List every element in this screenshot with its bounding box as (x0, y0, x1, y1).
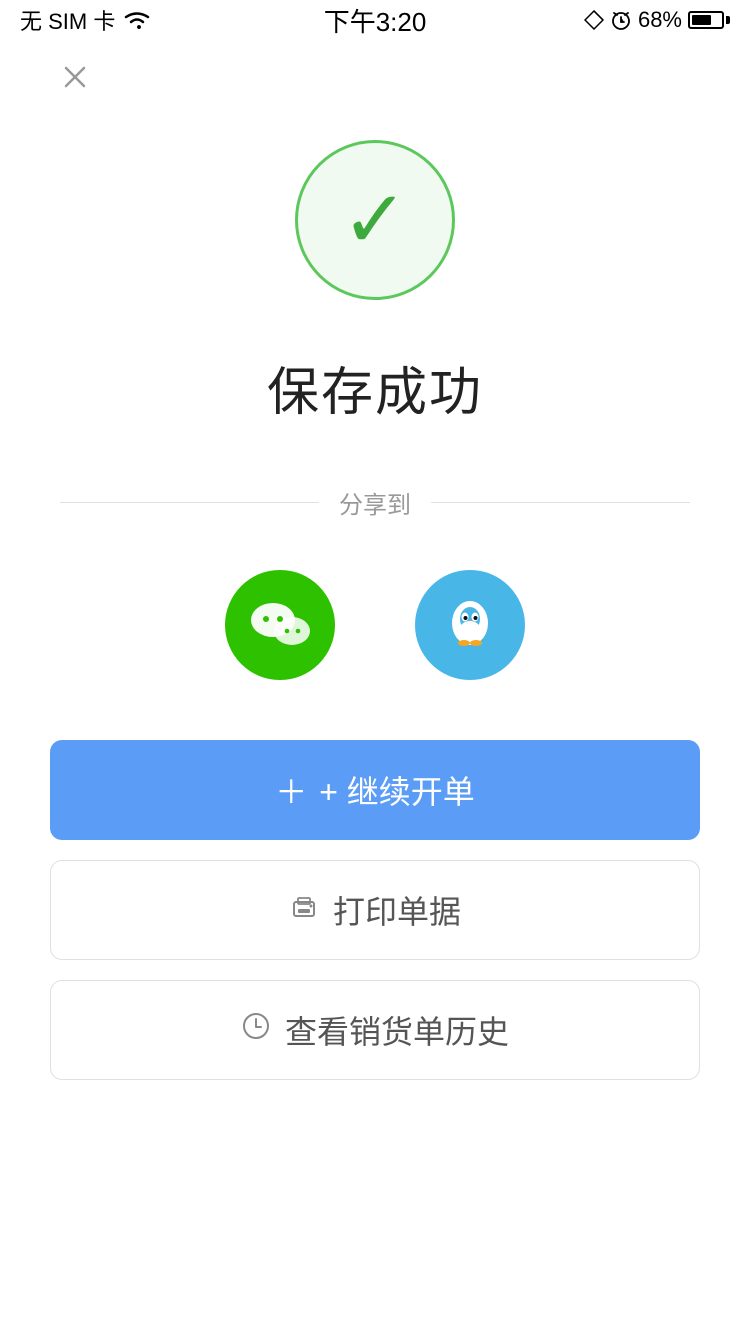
success-icon-circle: ✓ (295, 140, 455, 300)
battery-icon (688, 11, 730, 29)
qq-logo (438, 593, 503, 658)
success-title: 保存成功 (267, 350, 483, 425)
wifi-icon (123, 9, 151, 31)
print-icon (289, 891, 319, 929)
divider-left (60, 502, 319, 503)
print-button[interactable]: 打印单据 (50, 860, 700, 960)
history-icon (241, 1011, 271, 1049)
status-left: 无 SIM 卡 (20, 4, 151, 36)
history-label: 查看销货单历史 (285, 1007, 509, 1053)
status-right: 68% (584, 7, 730, 33)
main-content: ✓ 保存成功 分享到 (0, 40, 750, 1080)
share-divider: 分享到 (0, 485, 750, 520)
plus-icon: ＋ (275, 767, 307, 813)
continue-button[interactable]: ＋ + 继续开单 (50, 740, 700, 840)
qq-share-button[interactable] (415, 570, 525, 680)
status-bar: 无 SIM 卡 下午3:20 68% (0, 0, 750, 40)
history-button[interactable]: 查看销货单历史 (50, 980, 700, 1080)
alarm-icon (610, 9, 632, 31)
share-label: 分享到 (339, 485, 411, 520)
location-icon (584, 10, 604, 30)
share-icons (225, 570, 525, 680)
status-time: 下午3:20 (324, 2, 427, 39)
buttons-section: ＋ + 继续开单 打印单据 查看销货单历 (0, 740, 750, 1080)
share-section: 分享到 (0, 485, 750, 680)
carrier-text: 无 SIM 卡 (20, 4, 115, 36)
continue-label: + 继续开单 (319, 767, 475, 813)
wechat-logo (248, 598, 313, 653)
divider-right (431, 502, 690, 503)
wechat-share-button[interactable] (225, 570, 335, 680)
battery-percentage: 68% (638, 7, 682, 33)
check-icon: ✓ (341, 180, 408, 260)
close-button[interactable] (50, 52, 100, 102)
print-label: 打印单据 (333, 887, 461, 933)
